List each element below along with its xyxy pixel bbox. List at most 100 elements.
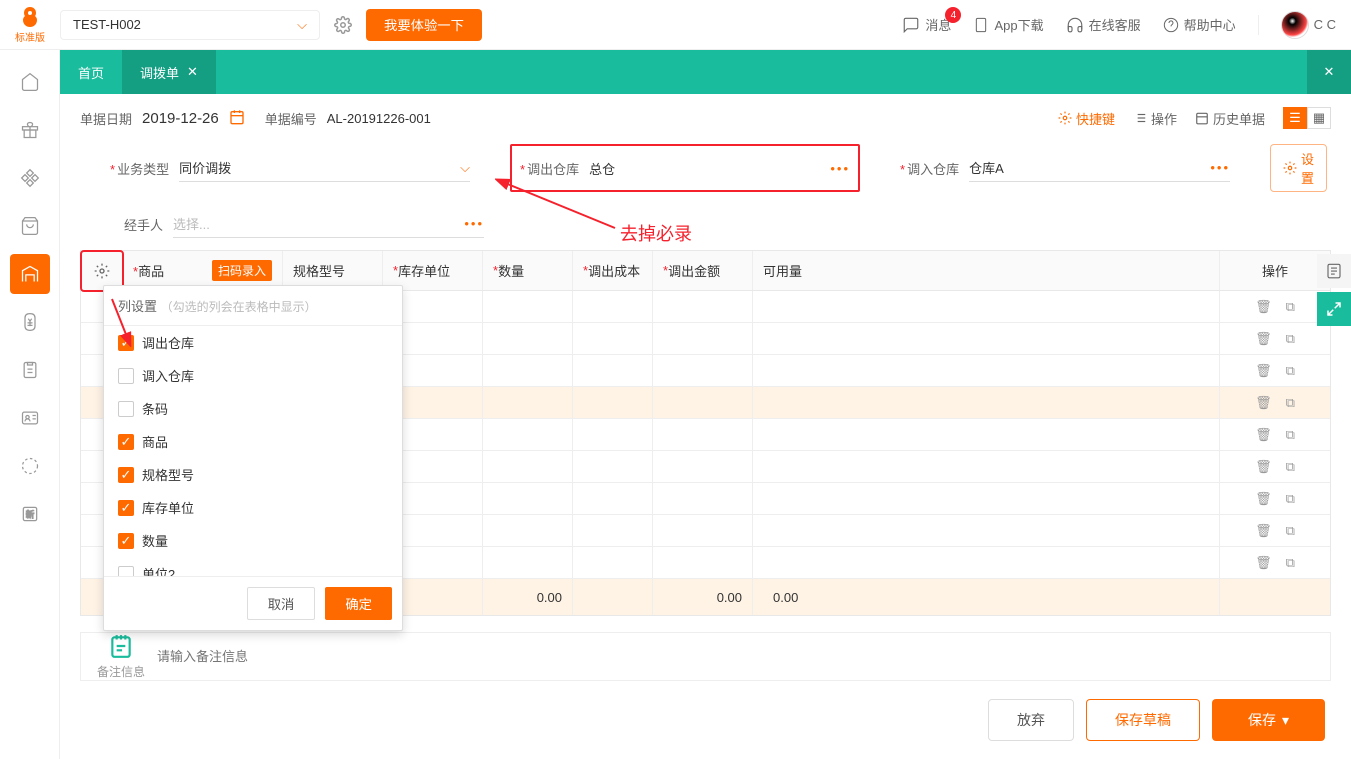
delete-icon[interactable]: 🗑 bbox=[1255, 523, 1272, 539]
view-grid[interactable]: ▦ bbox=[1307, 107, 1331, 129]
copy-icon[interactable]: ⧉ bbox=[1286, 395, 1295, 411]
field-handler: 经手人 选择... ••• bbox=[124, 210, 484, 238]
column-option[interactable]: ✓ 商品 bbox=[104, 425, 402, 458]
popup-title: 列设置 bbox=[118, 299, 157, 314]
nav-gift[interactable] bbox=[10, 110, 50, 150]
operate-link[interactable]: 操作 bbox=[1133, 109, 1177, 128]
column-option[interactable]: 条码 bbox=[104, 392, 402, 425]
chevron-down-icon: ▾ bbox=[1282, 712, 1289, 729]
nav-clipboard[interactable] bbox=[10, 350, 50, 390]
nav-money[interactable] bbox=[10, 302, 50, 342]
view-list[interactable]: ☰ bbox=[1283, 107, 1307, 129]
column-option-label: 调入仓库 bbox=[142, 366, 194, 385]
chevron-down-icon: ⌵ bbox=[460, 160, 470, 176]
column-option[interactable]: ✓规格型号 bbox=[104, 458, 402, 491]
copy-icon[interactable]: ⧉ bbox=[1286, 331, 1295, 347]
save-draft-button[interactable]: 保存草稿 bbox=[1086, 699, 1200, 741]
date-value[interactable]: 2019-12-26 bbox=[142, 110, 219, 127]
in-warehouse-select[interactable]: 仓库A ••• bbox=[969, 154, 1230, 182]
col-qty: *数量 bbox=[483, 251, 573, 290]
gear-icon bbox=[94, 263, 110, 279]
checkbox[interactable]: ✓ bbox=[118, 533, 134, 549]
copy-icon[interactable]: ⧉ bbox=[1286, 491, 1295, 507]
copy-icon[interactable]: ⧉ bbox=[1286, 299, 1295, 315]
column-option[interactable]: ✓调出仓库 bbox=[104, 326, 402, 359]
service-link[interactable]: 在线客服 bbox=[1066, 15, 1141, 34]
headset-icon bbox=[1066, 16, 1084, 34]
close-all-tabs[interactable]: ✕ bbox=[1307, 50, 1351, 94]
code-label: 单据编号 bbox=[265, 109, 317, 128]
user-menu[interactable]: C C bbox=[1281, 11, 1336, 39]
column-option[interactable]: 单位2 bbox=[104, 557, 402, 576]
nav-cycle[interactable] bbox=[10, 446, 50, 486]
shortcut-link[interactable]: 快捷键 bbox=[1058, 109, 1115, 128]
checkbox[interactable] bbox=[118, 368, 134, 384]
calendar-icon[interactable] bbox=[229, 109, 245, 128]
checkbox[interactable] bbox=[118, 566, 134, 577]
logo-label: 标准版 bbox=[15, 29, 45, 44]
discard-button[interactable]: 放弃 bbox=[988, 699, 1074, 741]
out-warehouse-select[interactable]: 总仓 ••• bbox=[589, 155, 850, 182]
more-icon[interactable]: ••• bbox=[464, 216, 484, 231]
gear-icon[interactable] bbox=[334, 16, 352, 34]
cancel-button[interactable]: 取消 bbox=[247, 587, 316, 620]
org-selector[interactable]: TEST-H002 ⌵ bbox=[60, 10, 320, 40]
checkbox[interactable]: ✓ bbox=[118, 335, 134, 351]
gear-icon bbox=[1058, 111, 1072, 125]
close-icon[interactable]: ✕ bbox=[187, 64, 198, 80]
more-icon[interactable]: ••• bbox=[830, 161, 850, 176]
handler-select[interactable]: 选择... ••• bbox=[173, 210, 484, 238]
delete-icon[interactable]: 🗑 bbox=[1255, 395, 1272, 411]
column-checkbox-list: ✓调出仓库调入仓库条码 ✓ 商品 ✓规格型号✓库存单位✓数量单位2 bbox=[104, 326, 402, 576]
column-option-label: 商品 bbox=[142, 432, 168, 451]
copy-icon[interactable]: ⧉ bbox=[1286, 363, 1295, 379]
history-link[interactable]: 历史单据 bbox=[1195, 109, 1265, 128]
document-bar: 单据日期 2019-12-26 单据编号 AL-20191226-001 快捷键… bbox=[80, 106, 1331, 130]
app-download-link[interactable]: App下载 bbox=[973, 15, 1043, 34]
gear-icon bbox=[1283, 161, 1297, 175]
note-float-button[interactable] bbox=[1317, 254, 1351, 288]
confirm-button[interactable]: 确定 bbox=[325, 587, 392, 620]
chevron-down-icon: ⌵ bbox=[297, 17, 307, 33]
checkbox[interactable] bbox=[118, 401, 134, 417]
copy-icon[interactable]: ⧉ bbox=[1286, 523, 1295, 539]
scan-entry-button[interactable]: 扫码录入 bbox=[212, 260, 272, 281]
remarks-input[interactable] bbox=[157, 649, 1314, 664]
nav-home[interactable] bbox=[10, 62, 50, 102]
column-option[interactable]: ✓数量 bbox=[104, 524, 402, 557]
delete-icon[interactable]: 🗑 bbox=[1255, 491, 1272, 507]
checkbox[interactable]: ✓ bbox=[118, 500, 134, 516]
nav-warehouse[interactable] bbox=[10, 254, 50, 294]
delete-icon[interactable]: 🗑 bbox=[1255, 331, 1272, 347]
nav-new[interactable]: 新 bbox=[10, 494, 50, 534]
column-option[interactable]: 调入仓库 bbox=[104, 359, 402, 392]
biz-type-select[interactable]: 同价调拨 ⌵ bbox=[179, 154, 470, 182]
nav-user-card[interactable] bbox=[10, 398, 50, 438]
nav-bag[interactable] bbox=[10, 206, 50, 246]
save-button[interactable]: 保存 ▾ bbox=[1212, 699, 1325, 741]
copy-icon[interactable]: ⧉ bbox=[1286, 555, 1295, 571]
checkbox[interactable]: ✓ bbox=[118, 467, 134, 483]
delete-icon[interactable]: 🗑 bbox=[1255, 555, 1272, 571]
delete-icon[interactable]: 🗑 bbox=[1255, 299, 1272, 315]
copy-icon[interactable]: ⧉ bbox=[1286, 459, 1295, 475]
tab-transfer-order[interactable]: 调拨单 ✕ bbox=[122, 50, 216, 94]
remarks-icon-block: 备注信息 bbox=[97, 633, 145, 680]
tab-home[interactable]: 首页 bbox=[60, 50, 122, 94]
copy-icon[interactable]: ⧉ bbox=[1286, 427, 1295, 443]
checkbox[interactable]: ✓ bbox=[118, 434, 134, 450]
experience-button[interactable]: 我要体验一下 bbox=[366, 9, 482, 41]
delete-icon[interactable]: 🗑 bbox=[1255, 427, 1272, 443]
settings-button[interactable]: 设置 bbox=[1270, 144, 1327, 192]
help-link[interactable]: 帮助中心 bbox=[1163, 15, 1236, 34]
delete-icon[interactable]: 🗑 bbox=[1255, 459, 1272, 475]
top-header: 标准版 TEST-H002 ⌵ 我要体验一下 消息 4 App下载 在线客服 帮… bbox=[0, 0, 1351, 50]
column-option[interactable]: ✓库存单位 bbox=[104, 491, 402, 524]
delete-icon[interactable]: 🗑 bbox=[1255, 363, 1272, 379]
avatar bbox=[1281, 11, 1309, 39]
nav-diamond[interactable] bbox=[10, 158, 50, 198]
expand-float-button[interactable] bbox=[1317, 292, 1351, 326]
app-logo: 标准版 bbox=[0, 5, 60, 44]
messages-link[interactable]: 消息 4 bbox=[902, 15, 951, 34]
more-icon[interactable]: ••• bbox=[1210, 160, 1230, 175]
